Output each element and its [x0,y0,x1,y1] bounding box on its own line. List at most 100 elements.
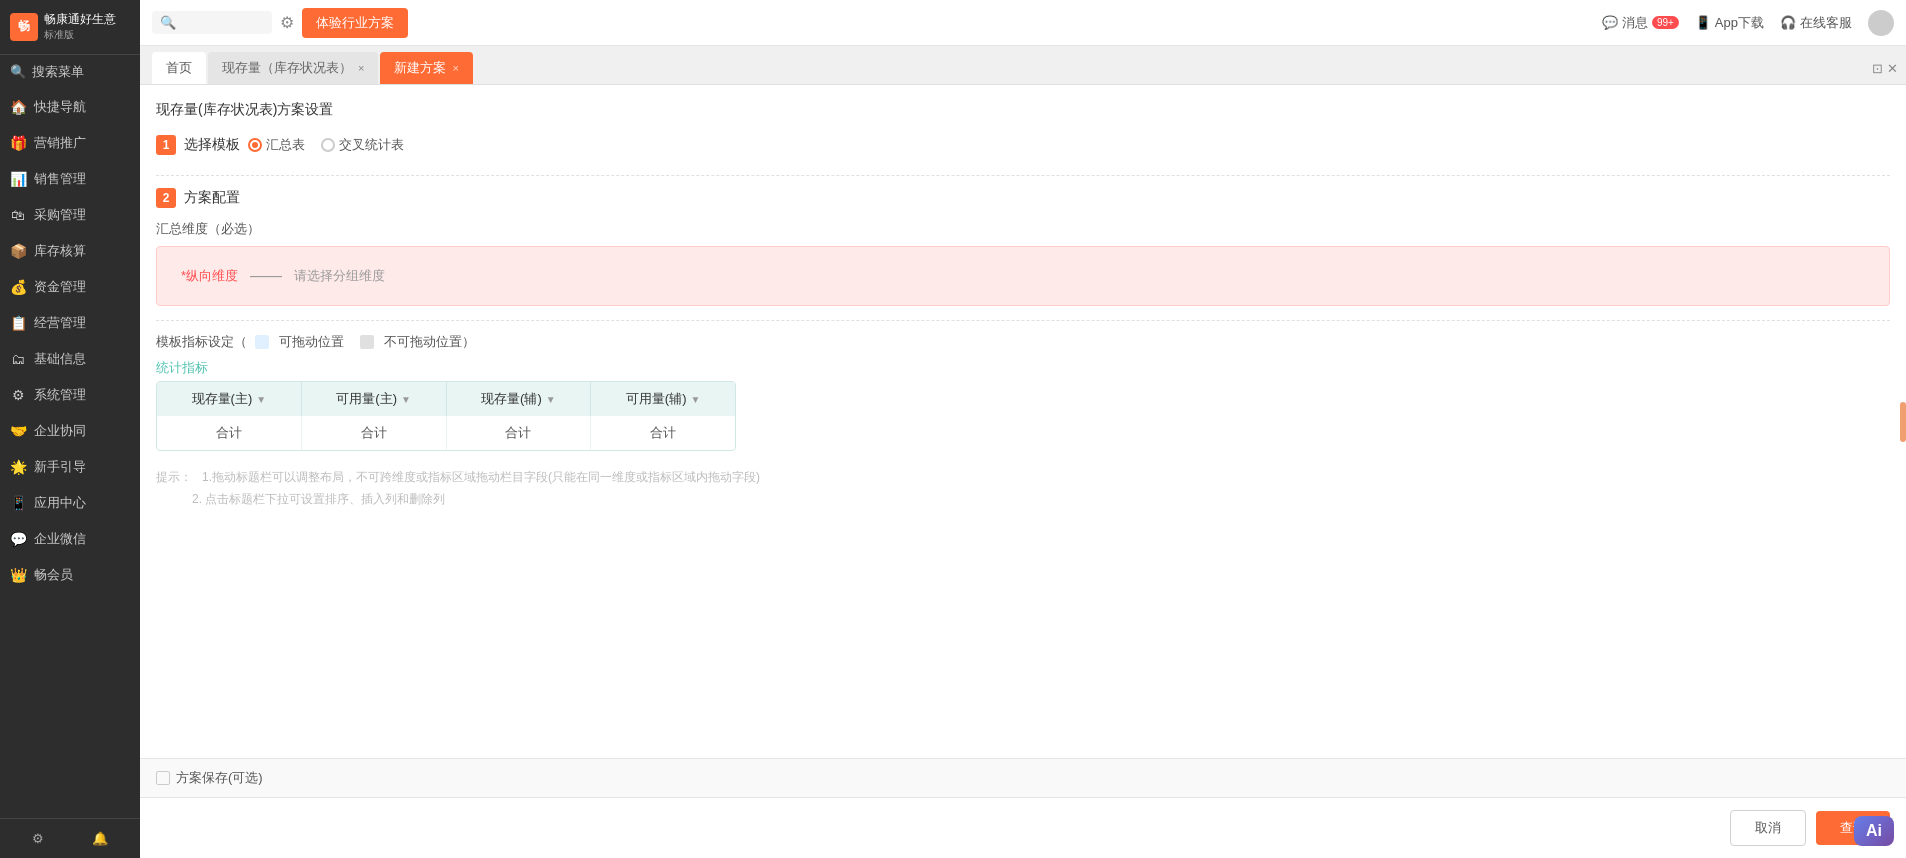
sidebar-logo: 畅 畅康通好生意 标准版 [0,0,140,55]
stats-section-title: 统计指标 [156,359,1890,377]
topbar-user[interactable] [1868,10,1894,36]
tips-title: 提示： 1.拖动标题栏可以调整布局，不可跨维度或指标区域拖动栏目字段(只能在同一… [156,467,1890,489]
trial-button[interactable]: 体验行业方案 [302,8,408,38]
sidebar-item-quick-nav[interactable]: 🏠 快捷导航 [0,89,140,125]
section-choose-template: 1 选择模板 汇总表 交叉统计表 [156,135,1890,155]
settings-bottom-icon[interactable]: ⚙ [28,827,48,850]
sidebar-item-appstore[interactable]: 📱 应用中心 [0,485,140,521]
stats-table: 现存量(主) ▼ 可用量(主) ▼ 现存量(辅) ▼ 可用量(辅) [156,381,736,451]
sidebar-menu: 🏠 快捷导航 🎁 营销推广 📊 销售管理 🛍 采购管理 📦 库存核算 💰 资金管… [0,89,140,818]
col-header-1[interactable]: 可用量(主) ▼ [302,382,447,416]
mute-bottom-icon[interactable]: 🔔 [88,827,112,850]
dim-required: *纵向维度 [181,267,238,285]
sidebar-item-label: 基础信息 [34,350,86,368]
app-download-icon: 📱 [1695,15,1711,30]
tabbar-expand[interactable]: ⊡ ✕ [1864,57,1906,80]
app-icon: 畅 [10,13,38,41]
sidebar-item-newbie[interactable]: 🌟 新手引导 [0,449,140,485]
col-header-0[interactable]: 现存量(主) ▼ [157,382,302,416]
sidebar-item-inventory[interactable]: 📦 库存核算 [0,233,140,269]
topbar-app[interactable]: 📱 App下载 [1695,14,1764,32]
template-radio-group: 汇总表 交叉统计表 [248,136,404,154]
topbar-settings-icon[interactable]: ⚙ [280,13,294,32]
indicator-movable-text: 可拖动位置 [279,333,344,351]
chevron-down-icon-2: ▼ [546,394,556,405]
save-checkbox[interactable]: 方案保存(可选) [156,769,263,787]
page-title: 现存量(库存状况表)方案设置 [156,101,1890,119]
col-header-3[interactable]: 可用量(辅) ▼ [591,382,735,416]
sidebar-item-member[interactable]: 👑 畅会员 [0,557,140,593]
radio-cross-circle [321,138,335,152]
radio-cross-label: 交叉统计表 [339,136,404,154]
sidebar-bottom: ⚙ 🔔 [0,818,140,858]
app-label: App下载 [1715,14,1764,32]
tab-inventory-status[interactable]: 现存量（库存状况表） × [208,52,378,84]
sidebar-item-sales[interactable]: 📊 销售管理 [0,161,140,197]
topbar-service[interactable]: 🎧 在线客服 [1780,14,1852,32]
sidebar-search[interactable]: 🔍 搜索菜单 [0,55,140,89]
tips: 提示： 1.拖动标题栏可以调整布局，不可跨维度或指标区域拖动栏目字段(只能在同一… [156,467,1890,510]
save-checkbox-box[interactable] [156,771,170,785]
service-label: 在线客服 [1800,14,1852,32]
basic-icon: 🗂 [10,351,26,367]
sidebar-item-finance[interactable]: 💰 资金管理 [0,269,140,305]
col-body-3: 合计 [591,416,735,450]
sidebar-item-label: 快捷导航 [34,98,86,116]
purchase-icon: 🛍 [10,207,26,223]
stats-table-body: 合计 合计 合计 合计 [157,416,735,450]
sidebar-item-label: 销售管理 [34,170,86,188]
tab-new-plan-close-icon[interactable]: × [452,62,458,74]
topbar-right: 💬 消息 99+ 📱 App下载 🎧 在线客服 [1602,10,1894,36]
sidebar-item-label: 应用中心 [34,494,86,512]
tab-new-plan-label: 新建方案 [394,59,446,77]
topbar-msg[interactable]: 💬 消息 99+ [1602,14,1679,32]
divider-1 [156,175,1890,176]
sidebar: 畅 畅康通好生意 标准版 🔍 搜索菜单 🏠 快捷导航 🎁 营销推广 📊 销售管理… [0,0,140,858]
right-scroll-indicator[interactable] [1900,402,1906,442]
system-icon: ⚙ [10,387,26,403]
expand-icon: ⊡ [1872,61,1883,76]
app-name: 畅康通好生意 [44,12,116,28]
sidebar-item-basic[interactable]: 🗂 基础信息 [0,341,140,377]
unmovable-badge [360,335,374,349]
sidebar-item-label: 营销推广 [34,134,86,152]
sidebar-item-label: 采购管理 [34,206,86,224]
dim-placeholder[interactable]: 请选择分组维度 [294,267,385,285]
section1-title: 选择模板 [184,136,240,154]
sidebar-item-label: 系统管理 [34,386,86,404]
tab-new-plan[interactable]: 新建方案 × [380,52,472,84]
sidebar-item-operation[interactable]: 📋 经营管理 [0,305,140,341]
search-icon: 🔍 [10,64,26,79]
sidebar-item-label: 畅会员 [34,566,73,584]
sidebar-item-system[interactable]: ⚙ 系统管理 [0,377,140,413]
sidebar-item-purchase[interactable]: 🛍 采购管理 [0,197,140,233]
search-icon: 🔍 [160,15,176,30]
msg-label: 消息 [1622,14,1648,32]
wechat-icon: 💬 [10,531,26,547]
cancel-button[interactable]: 取消 [1730,810,1806,846]
radio-cross[interactable]: 交叉统计表 [321,136,404,154]
topbar-search-area[interactable]: 🔍 [152,11,272,34]
tab-inventory-close-icon[interactable]: × [358,62,364,74]
col-header-2[interactable]: 现存量(辅) ▼ [447,382,592,416]
inventory-icon: 📦 [10,243,26,259]
member-icon: 👑 [10,567,26,583]
msg-icon: 💬 [1602,15,1618,30]
sidebar-item-label: 企业协同 [34,422,86,440]
stats-table-header: 现存量(主) ▼ 可用量(主) ▼ 现存量(辅) ▼ 可用量(辅) [157,382,735,416]
save-checkbox-label: 方案保存(可选) [176,769,263,787]
sidebar-item-wechat[interactable]: 💬 企业微信 [0,521,140,557]
topbar: 🔍 ⚙ 体验行业方案 💬 消息 99+ 📱 App下载 🎧 在线客服 [140,0,1906,46]
col-header-0-text: 现存量(主) [192,390,253,408]
ai-badge[interactable]: Ai [1854,816,1894,846]
sidebar-item-enterprise[interactable]: 🤝 企业协同 [0,413,140,449]
tab-home[interactable]: 首页 [152,52,206,84]
dim-arrow: —— [250,267,282,285]
movable-badge [255,335,269,349]
radio-summary[interactable]: 汇总表 [248,136,305,154]
sidebar-item-marketing[interactable]: 🎁 营销推广 [0,125,140,161]
footer-actions: 取消 查询 [140,797,1906,858]
dim-box: *纵向维度 —— 请选择分组维度 [156,246,1890,306]
section1-num: 1 [156,135,176,155]
tips-item2: 2. 点击标题栏下拉可设置排序、插入列和删除列 [156,489,1890,511]
